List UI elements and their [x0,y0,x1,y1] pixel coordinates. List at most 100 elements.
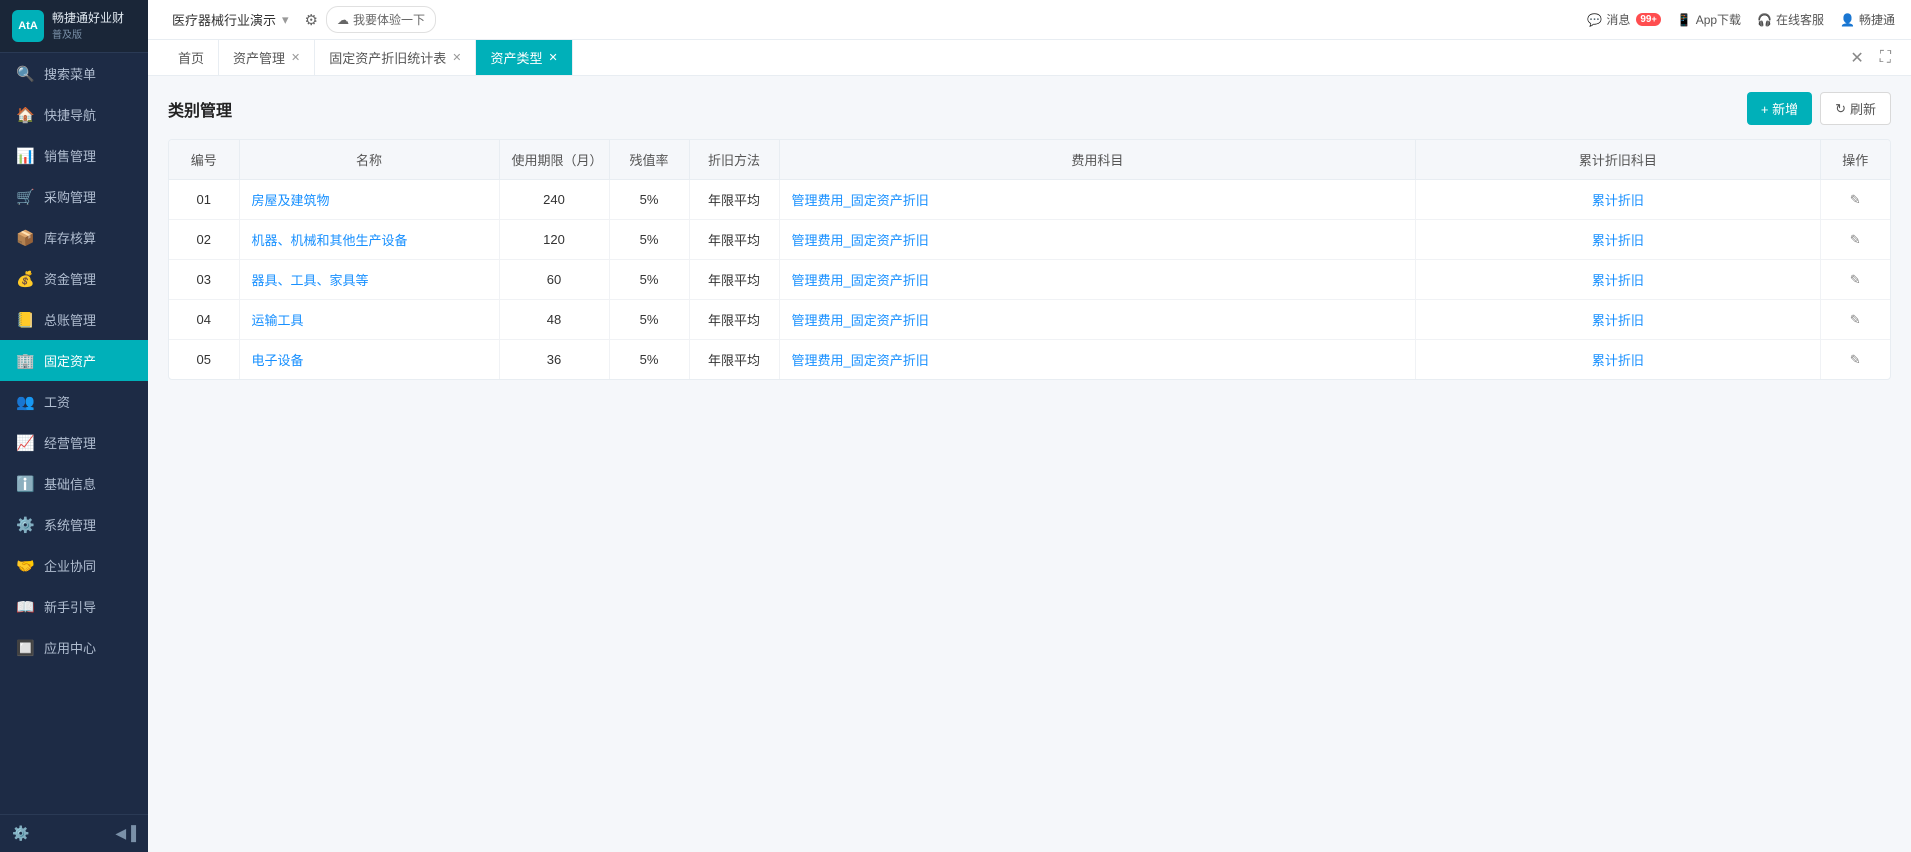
sidebar-item-guide[interactable]: 📖 新手引导 [0,586,148,627]
cell-method: 年限平均 [689,220,779,260]
cell-period: 120 [499,220,609,260]
cell-name: 电子设备 [239,340,499,380]
table-row: 05 电子设备 36 5% 年限平均 管理费用_固定资产折旧 累计折旧 ✎ [169,340,1890,380]
sidebar-item-label: 新手引导 [44,597,96,616]
tab-label: 固定资产折旧统计表 [329,48,446,67]
user-avatar-icon: 👤 [1840,13,1855,27]
new-button[interactable]: + 新增 [1747,92,1812,125]
sidebar-item-label: 系统管理 [44,515,96,534]
sidebar-item-app-center[interactable]: 🔲 应用中心 [0,627,148,668]
tabs-right-actions: ✕ ⛶ [1846,44,1895,72]
sidebar-item-quick-nav[interactable]: 🏠 快捷导航 [0,94,148,135]
sidebar-item-label: 快捷导航 [44,105,96,124]
tab-close-icon[interactable]: ✕ [549,51,558,64]
tab-home[interactable]: 首页 [164,40,219,75]
sidebar-item-label: 固定资产 [44,351,96,370]
sidebar-item-label: 采购管理 [44,187,96,206]
user-label: 畅捷通 [1859,11,1895,28]
col-name: 名称 [239,140,499,180]
sidebar-item-inventory[interactable]: 📦 库存核算 [0,217,148,258]
logo-app-name: 畅捷通好业财 [52,11,124,27]
sidebar-item-search[interactable]: 🔍 搜索菜单 [0,53,148,94]
logo-edition: 普及版 [52,26,124,41]
inventory-icon: 📦 [16,229,34,247]
cell-name: 器具、工具、家具等 [239,260,499,300]
sidebar-item-fixed-assets[interactable]: 🏢 固定资产 [0,340,148,381]
tab-fixed-asset-table[interactable]: 固定资产折旧统计表 ✕ [315,40,476,75]
cell-action[interactable]: ✎ [1820,340,1890,380]
sidebar-item-operations[interactable]: 📈 经营管理 [0,422,148,463]
cell-expense: 管理费用_固定资产折旧 [779,260,1416,300]
refresh-button[interactable]: ↻ 刷新 [1820,92,1891,125]
cloud-icon: ☁ [337,13,349,27]
sidebar-item-purchase[interactable]: 🛒 采购管理 [0,176,148,217]
sidebar-item-label: 企业协同 [44,556,96,575]
sidebar-item-capital[interactable]: 💰 资金管理 [0,258,148,299]
messages-label: 消息 [1606,11,1630,28]
phone-icon: 📱 [1677,13,1692,27]
sidebar-item-sales[interactable]: 📊 销售管理 [0,135,148,176]
topbar-left: 医疗器械行业演示 ▾ ⚙ ☁ 我要体验一下 [164,6,436,33]
tabs-list: 首页 资产管理 ✕ 固定资产折旧统计表 ✕ 资产类型 ✕ [164,40,573,75]
customer-service-label: 在线客服 [1776,11,1824,28]
cell-action[interactable]: ✎ [1820,220,1890,260]
sidebar-item-enterprise[interactable]: 🤝 企业协同 [0,545,148,586]
topbar-right: 💬 消息 99 📱 App下载 🎧 在线客服 👤 畅捷通 [1587,11,1895,28]
cell-accum: 累计折旧 [1416,260,1820,300]
settings-icon[interactable]: ⚙ [305,11,318,29]
cell-method: 年限平均 [689,340,779,380]
table-header-row: 编号 名称 使用期限（月） 残值率 折旧方法 费用科目 累计折旧科目 操作 [169,140,1890,180]
topbar: 医疗器械行业演示 ▾ ⚙ ☁ 我要体验一下 💬 消息 99 📱 App下载 🎧 … [148,0,1911,40]
sidebar-item-payroll[interactable]: 👥 工资 [0,381,148,422]
sidebar-item-system[interactable]: ⚙️ 系统管理 [0,504,148,545]
company-selector[interactable]: 医疗器械行业演示 ▾ [164,6,297,33]
tab-close-icon[interactable]: ✕ [452,51,461,64]
messages-button[interactable]: 💬 消息 99 [1587,11,1660,28]
settings-footer-icon[interactable]: ⚙️ [12,825,29,842]
purchase-icon: 🛒 [16,188,34,206]
cell-name: 运输工具 [239,300,499,340]
tab-asset-mgmt[interactable]: 资产管理 ✕ [219,40,315,75]
table-row: 01 房屋及建筑物 240 5% 年限平均 管理费用_固定资产折旧 累计折旧 ✎ [169,180,1890,220]
sidebar-item-label: 总账管理 [44,310,96,329]
tab-asset-type[interactable]: 资产类型 ✕ [476,40,572,75]
cell-name: 房屋及建筑物 [239,180,499,220]
app-center-icon: 🔲 [16,639,34,657]
header-actions: + 新增 ↻ 刷新 [1747,92,1891,125]
sidebar-item-basic-info[interactable]: ℹ️ 基础信息 [0,463,148,504]
cell-period: 36 [499,340,609,380]
cell-action[interactable]: ✎ [1820,260,1890,300]
cell-id: 01 [169,180,239,220]
logo-text-block: 畅捷通好业财 普及版 [52,11,124,42]
user-button[interactable]: 👤 畅捷通 [1840,11,1895,28]
maximize-tab-button[interactable]: ⛶ [1876,45,1895,71]
sales-icon: 📊 [16,147,34,165]
table-row: 02 机器、机械和其他生产设备 120 5% 年限平均 管理费用_固定资产折旧 … [169,220,1890,260]
sidebar-item-ledger[interactable]: 📒 总账管理 [0,299,148,340]
company-name: 医疗器械行业演示 [172,10,276,29]
dropdown-icon: ▾ [282,12,289,28]
cell-period: 240 [499,180,609,220]
tab-close-icon[interactable]: ✕ [291,51,300,64]
cell-action[interactable]: ✎ [1820,300,1890,340]
app-download-button[interactable]: 📱 App下载 [1677,11,1741,28]
sidebar-item-label: 库存核算 [44,228,96,247]
experience-button[interactable]: ☁ 我要体验一下 [326,6,436,33]
col-id: 编号 [169,140,239,180]
tab-label: 首页 [178,48,204,67]
cell-expense: 管理费用_固定资产折旧 [779,220,1416,260]
sidebar-nav: 🔍 搜索菜单 🏠 快捷导航 📊 销售管理 🛒 采购管理 📦 库存核算 💰 资金管… [0,53,148,814]
col-action: 操作 [1820,140,1890,180]
cell-action[interactable]: ✎ [1820,180,1890,220]
collapse-sidebar-icon[interactable]: ◀▐ [115,825,136,842]
customer-service-button[interactable]: 🎧 在线客服 [1757,11,1824,28]
cell-method: 年限平均 [689,300,779,340]
cell-id: 04 [169,300,239,340]
sidebar-item-label: 经营管理 [44,433,96,452]
tabs-bar: 首页 资产管理 ✕ 固定资产折旧统计表 ✕ 资产类型 ✕ ✕ ⛶ [148,40,1911,76]
main-area: 医疗器械行业演示 ▾ ⚙ ☁ 我要体验一下 💬 消息 99 📱 App下载 🎧 … [148,0,1911,852]
cell-residual: 5% [609,180,689,220]
col-period: 使用期限（月） [499,140,609,180]
tab-label: 资产管理 [233,48,285,67]
close-tab-button[interactable]: ✕ [1846,44,1867,72]
